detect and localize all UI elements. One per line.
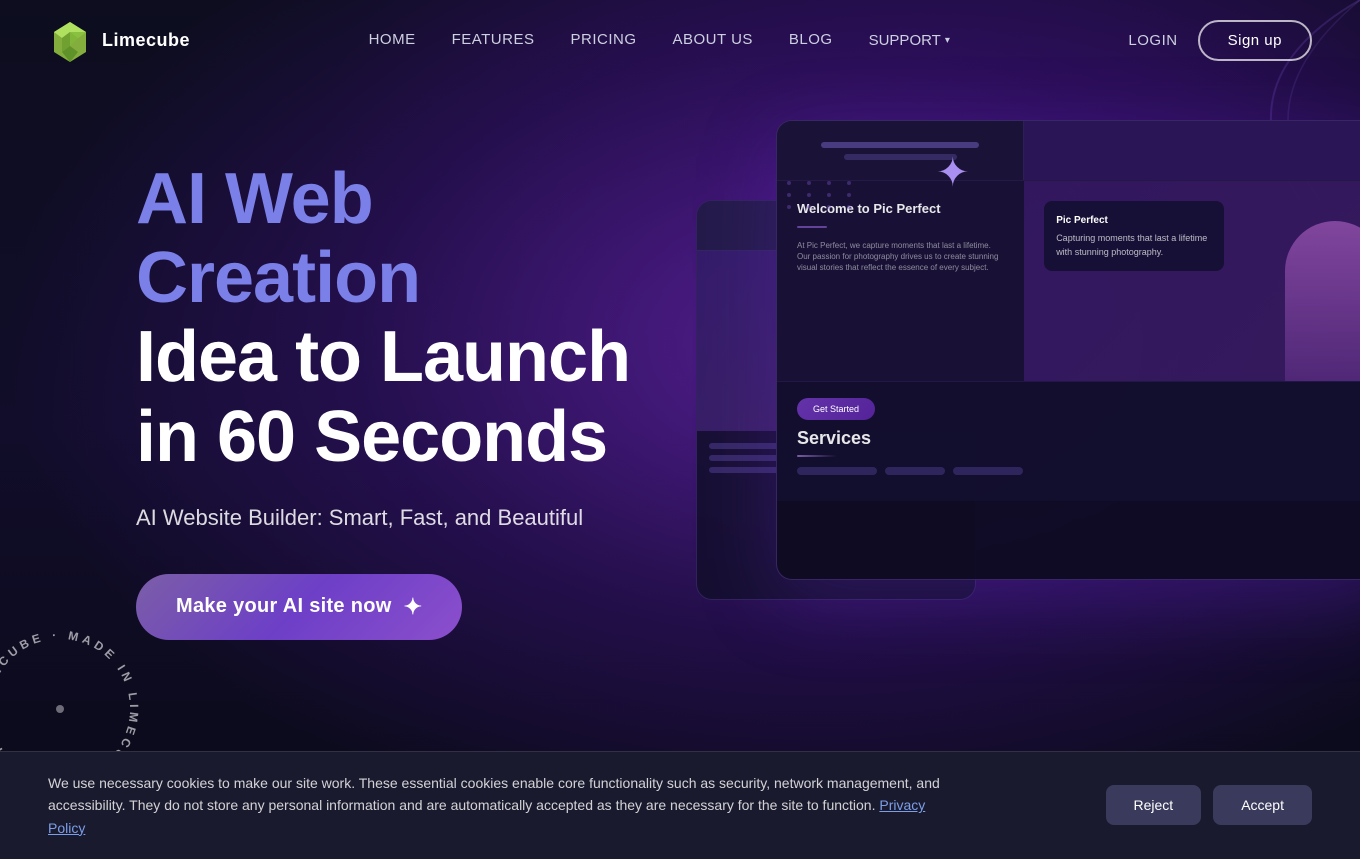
logo-icon — [48, 18, 92, 62]
cookie-actions: Reject Accept — [1106, 785, 1313, 825]
reject-button[interactable]: Reject — [1106, 785, 1202, 825]
nav-home[interactable]: HOME — [369, 31, 416, 48]
mock-nav-bar-2 — [844, 154, 957, 160]
cookie-text: We use necessary cookies to make our sit… — [48, 772, 948, 839]
nav-about[interactable]: ABOUT US — [673, 31, 753, 48]
mockup-hero-area: Welcome to Pic Perfect At Pic Perfect, w… — [777, 181, 1360, 381]
cta-label: Make your AI site now — [176, 595, 392, 618]
login-button[interactable]: LOGIN — [1128, 32, 1177, 49]
mockup-cta-small: Get Started — [797, 398, 875, 420]
logo-text: Limecube — [102, 30, 190, 51]
cta-button[interactable]: Make your AI site now ✦ — [136, 574, 462, 640]
mockup-person — [1285, 221, 1360, 381]
mockup-text-card: Pic Perfect Capturing moments that last … — [1044, 201, 1224, 271]
mockup-bottom: Get Started Services — [777, 381, 1360, 501]
hero-title-ai: AI Web Creation — [136, 160, 656, 318]
sparkle-icon: ✦ — [404, 594, 423, 620]
hero-section: AI Web Creation Idea to Launch in 60 Sec… — [0, 80, 1360, 680]
mockup-hero-image: Pic Perfect Capturing moments that last … — [1024, 181, 1360, 381]
logo[interactable]: Limecube — [48, 18, 190, 62]
nav-features[interactable]: FEATURES — [452, 31, 535, 48]
hero-title-line2: Idea to Launch in 60 Seconds — [136, 318, 656, 476]
mockup-service-bar-1 — [797, 467, 877, 475]
mockup-inner-text: At Pic Perfect, we capture moments that … — [797, 240, 1004, 274]
mockup-front-panel: Welcome to Pic Perfect At Pic Perfect, w… — [776, 120, 1360, 580]
cookie-banner: We use necessary cookies to make our sit… — [0, 751, 1360, 859]
mock-nav-bar-1 — [821, 142, 979, 148]
support-chevron-icon: ▾ — [945, 35, 950, 46]
mockup-front-left — [777, 121, 1024, 180]
mockup-services-underline — [797, 455, 837, 457]
accept-button[interactable]: Accept — [1213, 785, 1312, 825]
mockup-hero-text: Welcome to Pic Perfect At Pic Perfect, w… — [777, 181, 1024, 381]
mockup-services-title: Services — [797, 428, 1360, 449]
mockup-service-bar-2 — [885, 467, 945, 475]
nav-blog[interactable]: BLOG — [789, 31, 833, 48]
mockup-grid-dots — [787, 181, 859, 209]
mockup-card-title: Pic Perfect — [1056, 213, 1212, 228]
nav-links: HOME FEATURES PRICING ABOUT US BLOG SUPP… — [369, 31, 950, 49]
nav-pricing[interactable]: PRICING — [570, 31, 636, 48]
signup-button[interactable]: Sign up — [1198, 20, 1312, 61]
nav-actions: LOGIN Sign up — [1128, 20, 1312, 61]
hero-mockup: ✦ — [616, 120, 1360, 620]
mockup-front-top — [777, 121, 1360, 181]
mockup-service-bars — [797, 467, 1360, 475]
mockup-title-underline — [797, 226, 827, 228]
navbar: Limecube HOME FEATURES PRICING ABOUT US … — [0, 0, 1360, 80]
mockup-container: Welcome to Pic Perfect At Pic Perfect, w… — [616, 120, 1360, 620]
mockup-service-bar-3 — [953, 467, 1023, 475]
hero-content: AI Web Creation Idea to Launch in 60 Sec… — [136, 140, 656, 640]
nav-support[interactable]: SUPPORT ▾ — [869, 32, 950, 49]
mockup-front-right — [1024, 121, 1360, 180]
hero-subtitle: AI Website Builder: Smart, Fast, and Bea… — [136, 501, 656, 534]
mockup-card-text: Capturing moments that last a lifetime w… — [1056, 232, 1212, 259]
